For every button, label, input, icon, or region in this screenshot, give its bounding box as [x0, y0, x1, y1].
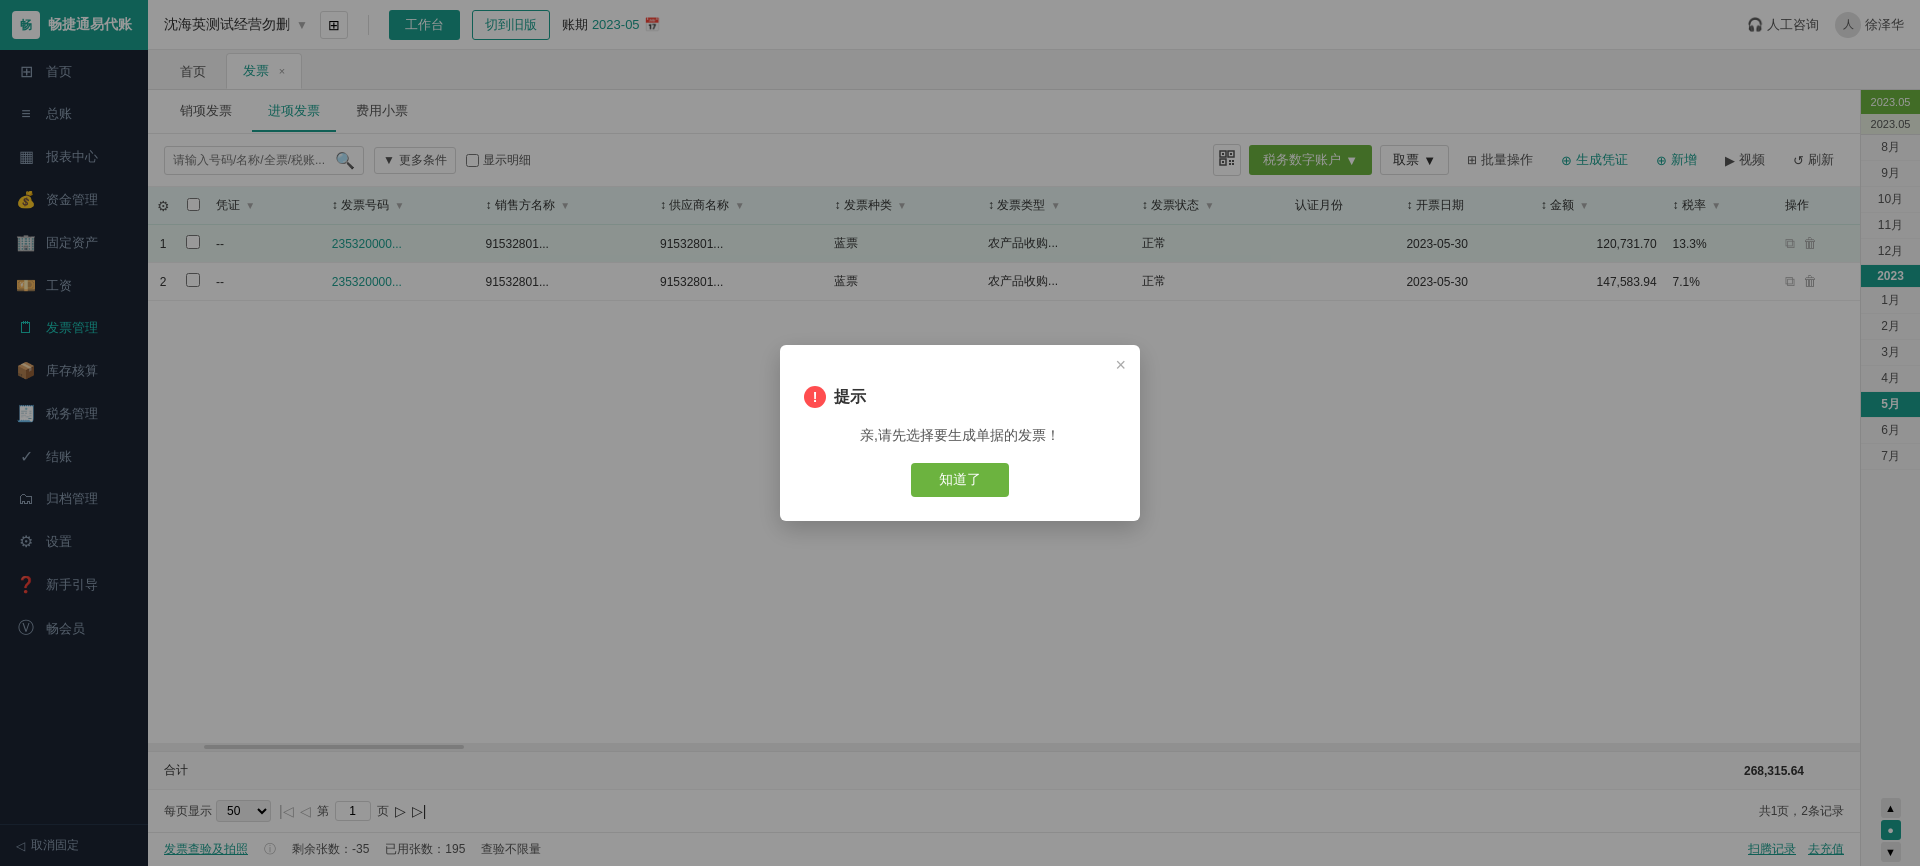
- modal-title: 提示: [834, 387, 866, 408]
- modal-message: 亲,请先选择要生成单据的发票！: [860, 424, 1060, 446]
- modal-body: ! 提示 亲,请先选择要生成单据的发票！ 知道了: [780, 376, 1140, 520]
- modal-overlay[interactable]: × ! 提示 亲,请先选择要生成单据的发票！ 知道了: [0, 0, 1920, 866]
- modal-confirm-button[interactable]: 知道了: [911, 463, 1009, 497]
- modal-close-row: ×: [780, 345, 1140, 376]
- modal-title-row: ! 提示: [804, 386, 866, 408]
- modal-dialog: × ! 提示 亲,请先选择要生成单据的发票！ 知道了: [780, 345, 1140, 520]
- warning-icon: !: [804, 386, 826, 408]
- modal-close-button[interactable]: ×: [1115, 355, 1126, 376]
